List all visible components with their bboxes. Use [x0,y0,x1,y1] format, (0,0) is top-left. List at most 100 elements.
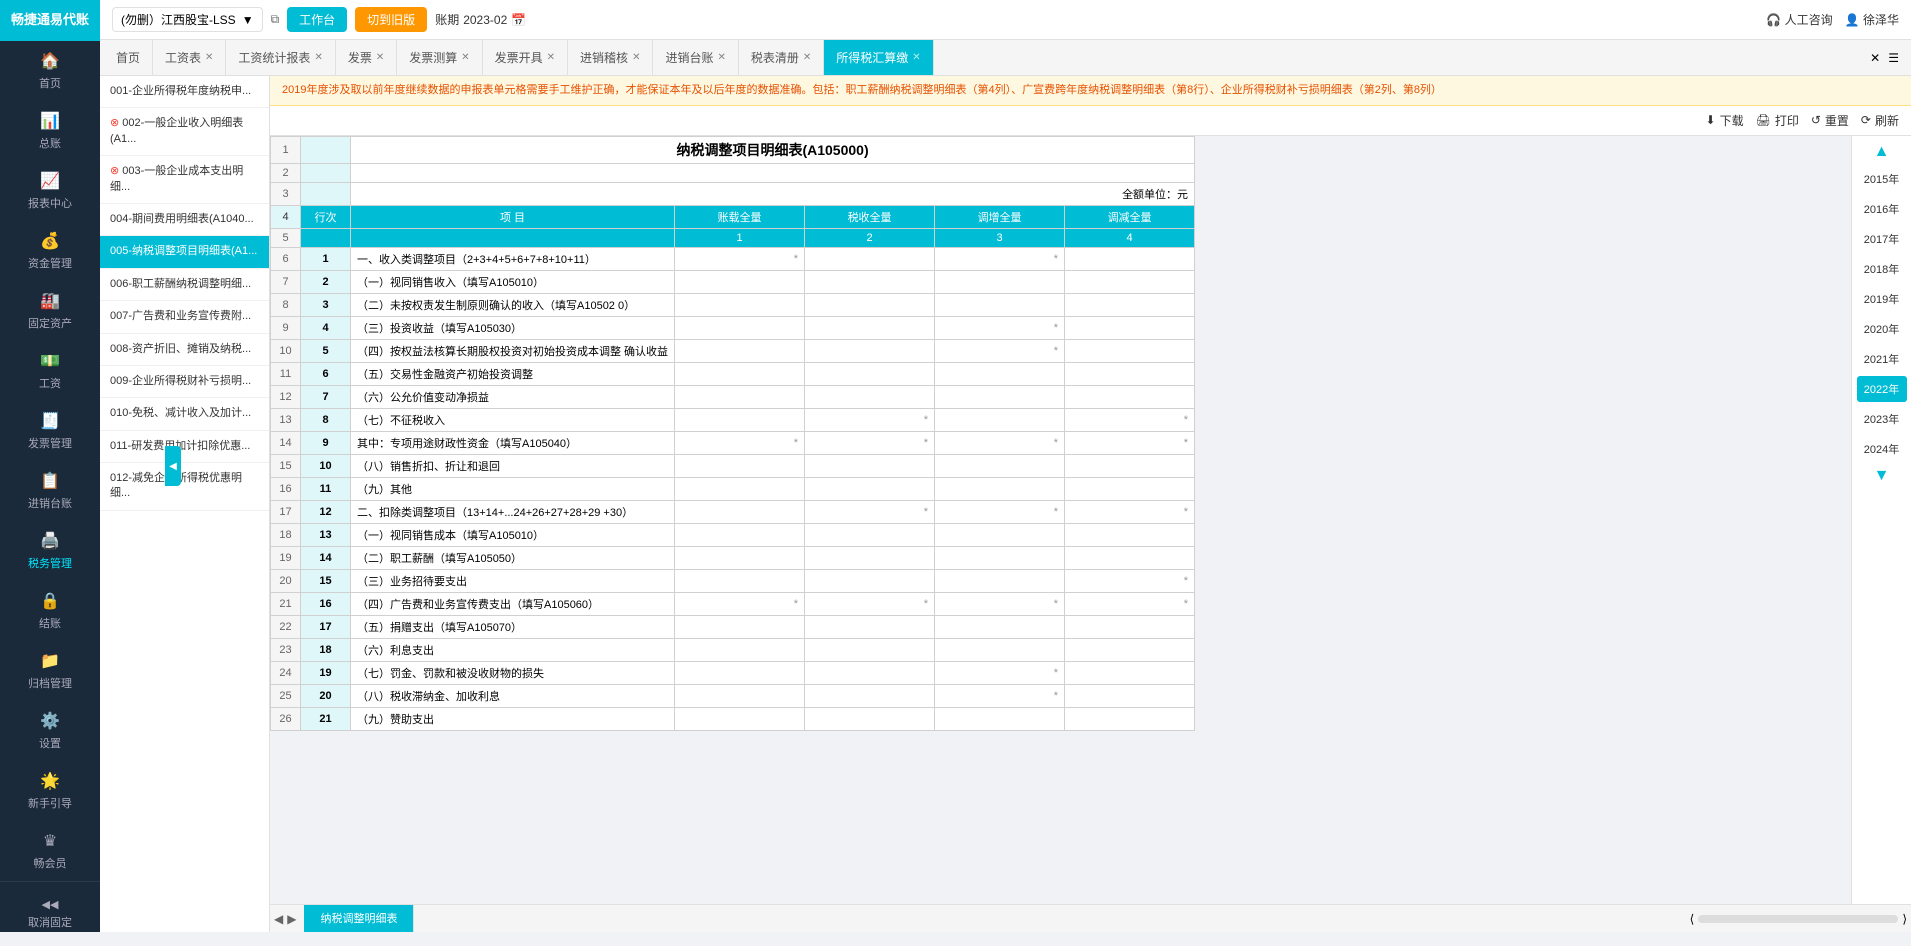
sidebar-item-label: 固定资产 [28,315,72,331]
sidebar-item-archive[interactable]: 📁 归档管理 [0,641,100,701]
sidebar-item-asset[interactable]: 🏭 固定资产 [0,281,100,341]
year-2018[interactable]: 2018年 [1857,256,1907,282]
main-area: (勿删）江西股宝-LSS ▼ ⧉ 工作台 切到旧版 账期 2023-02 📅 🎧… [100,0,1911,932]
period-selector[interactable]: 账期 2023-02 📅 [435,11,526,28]
scroll-left-icon[interactable]: ⟨ [1690,912,1695,926]
sheet-container: 1 纳税调整项目明细表(A105000) 2 [270,136,1911,905]
tab-tax-clear[interactable]: 税表清册 ✕ [739,40,824,76]
left-item-011[interactable]: 011-研发费用加计扣除优惠... [100,431,269,463]
sheet-main[interactable]: 1 纳税调整项目明细表(A105000) 2 [270,136,1851,905]
guide-icon: 🌟 [40,771,60,791]
sidebar-item-guide[interactable]: 🌟 新手引导 [0,761,100,821]
year-2015[interactable]: 2015年 [1857,166,1907,192]
close-all-icon[interactable]: ✕ [1870,51,1880,65]
tab-import-check[interactable]: 进销稽核 ✕ [568,40,653,76]
sidebar-item-report[interactable]: 📈 报表中心 [0,161,100,221]
bottom-tab-main[interactable]: 纳税调整明细表 [304,905,414,933]
sidebar-item-salary[interactable]: 💵 工资 [0,341,100,401]
horizontal-scrollbar[interactable]: ⟨ ⟩ [1690,912,1907,926]
sidebar-item-invoice[interactable]: 🧾 发票管理 [0,401,100,461]
close-tab-invoice-calc[interactable]: ✕ [461,52,469,63]
left-item-004[interactable]: 004-期间费用明细表(A1040... [100,204,269,236]
left-item-008[interactable]: 008-资产折旧、摊销及纳税... [100,334,269,366]
left-item-003[interactable]: ⊗003-一般企业成本支出明细... [100,156,269,204]
table-row: 19 14 （二）职工薪酬（填写A105050） [271,546,1195,569]
year-down-button[interactable]: ▼ [1871,464,1893,488]
header-row: 4 行次 项 目 账载全量 税收全量 调增全量 调减全量 [271,205,1195,228]
table-row: 20 15 （三）业务招待要支出 * [271,569,1195,592]
company-selector[interactable]: (勿删）江西股宝-LSS ▼ [112,7,263,32]
tab-home[interactable]: 首页 [104,40,153,76]
reset-button[interactable]: ↺ 重置 [1811,112,1849,129]
workbench-button[interactable]: 工作台 [287,7,347,32]
user-avatar[interactable]: 👤 徐泽华 [1845,11,1899,28]
sidebar-item-close[interactable]: 🔒 结账 [0,581,100,641]
sidebar-item-finance[interactable]: 💰 资金管理 [0,221,100,281]
close-tab-import-check[interactable]: ✕ [632,52,640,63]
download-button[interactable]: ⬇ 下载 [1706,112,1744,129]
tab-salary-report[interactable]: 工资统计报表 ✕ [226,40,335,76]
table-row: 9 4 （三）投资收益（填写A105030） * [271,316,1195,339]
year-2023[interactable]: 2023年 [1857,406,1907,432]
left-item-007[interactable]: 007-广告费和业务宣传费附... [100,301,269,333]
left-item-010[interactable]: 010-免税、减计收入及加计... [100,398,269,430]
col-header-f: 调减全量 [1065,205,1195,228]
left-item-009[interactable]: 009-企业所得税财补亏损明... [100,366,269,398]
left-item-006[interactable]: 006-职工薪酬纳税调整明细... [100,269,269,301]
col-sub-2: 2 [805,228,935,247]
sidebar-item-ledger[interactable]: 📊 总账 [0,101,100,161]
tab-salary[interactable]: 工资表 ✕ [153,40,226,76]
sidebar-item-tax[interactable]: 🖨️ 税务管理 [0,521,100,581]
switch-version-button[interactable]: 切到旧版 [355,7,427,32]
pin-icon: ◀◀ [42,898,59,911]
sidebar-item-import[interactable]: 📋 进销台账 [0,461,100,521]
menu-icon[interactable]: ☰ [1888,51,1899,65]
year-2017[interactable]: 2017年 [1857,226,1907,252]
year-2020[interactable]: 2020年 [1857,316,1907,342]
scroll-right-icon[interactable]: ⟩ [1902,912,1907,926]
close-tab-salary-report[interactable]: ✕ [314,52,322,63]
prev-sheet-icon[interactable]: ◀ [274,912,283,926]
tab-import-ledger[interactable]: 进销台账 ✕ [653,40,738,76]
print-button[interactable]: 🖨 打印 [1756,112,1799,129]
collapse-panel-button[interactable]: ◀ [165,446,181,486]
tab-income-tax[interactable]: 所得税汇算缴 ✕ [824,40,933,76]
table-row: 23 18 （六）利息支出 [271,638,1195,661]
sidebar-item-home[interactable]: 🏠 首页 [0,41,100,101]
unpin-button[interactable]: ◀◀ 取消固定 [4,890,96,938]
year-2021[interactable]: 2021年 [1857,346,1907,372]
year-2024[interactable]: 2024年 [1857,436,1907,462]
copy-icon[interactable]: ⧉ [271,12,280,27]
error-icon: ⊗ [110,165,119,177]
refresh-button[interactable]: ⟳ 刷新 [1861,112,1899,129]
year-2016[interactable]: 2016年 [1857,196,1907,222]
col-header-c: 账载全量 [675,205,805,228]
left-item-012[interactable]: 012-减免企业所得税优惠明细... [100,463,269,511]
tab-invoice[interactable]: 发票 ✕ [336,40,397,76]
left-item-001[interactable]: 001-企业所得税年度纳税申... [100,76,269,108]
tab-invoice-open[interactable]: 发票开具 ✕ [483,40,568,76]
year-2022[interactable]: 2022年 [1857,376,1907,402]
left-item-002[interactable]: ⊗002-一般企业收入明细表(A1... [100,108,269,156]
close-tab-income-tax[interactable]: ✕ [912,52,920,63]
close-tab-salary[interactable]: ✕ [205,52,213,63]
sidebar-item-label: 资金管理 [28,255,72,271]
next-sheet-icon[interactable]: ▶ [287,912,296,926]
close-tab-tax-clear[interactable]: ✕ [803,52,811,63]
left-item-005[interactable]: 005-纳税调整项目明细表(A1... [100,236,269,268]
support-button[interactable]: 🎧 人工咨询 [1766,11,1832,28]
left-panel: 001-企业所得税年度纳税申... ⊗002-一般企业收入明细表(A1... ⊗… [100,76,270,932]
year-2019[interactable]: 2019年 [1857,286,1907,312]
row-number: 2 [271,163,301,182]
sidebar-item-member[interactable]: ♛ 畅会员 [0,821,100,881]
close-tab-invoice-open[interactable]: ✕ [547,52,555,63]
sidebar-item-settings[interactable]: ⚙️ 设置 [0,701,100,761]
close-tab-import-ledger[interactable]: ✕ [717,52,725,63]
tax-icon: 🖨️ [40,531,60,551]
col-header-item: 项 目 [351,205,675,228]
close-tab-invoice[interactable]: ✕ [376,52,384,63]
tab-invoice-calc[interactable]: 发票测算 ✕ [397,40,482,76]
table-row: 2 [271,163,1195,182]
period-label: 账期 [435,11,459,28]
year-up-button[interactable]: ▲ [1871,140,1893,164]
